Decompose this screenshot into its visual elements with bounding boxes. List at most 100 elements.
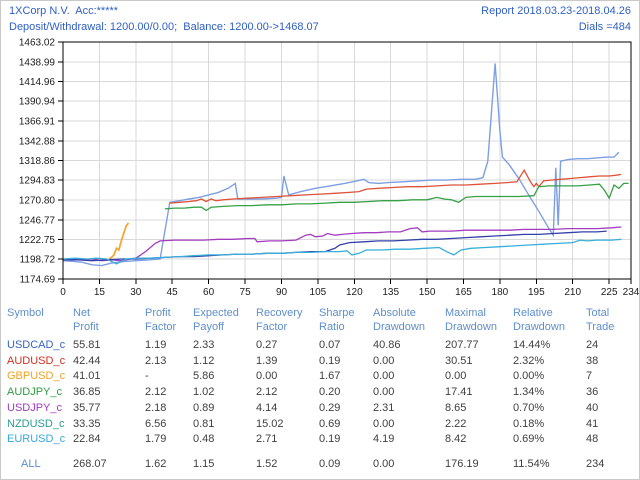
value-cell: 36 [586, 385, 637, 401]
value-cell: 38 [586, 354, 637, 370]
y-tick-label: 1342.88 [19, 136, 56, 147]
value-cell: 40 [586, 401, 637, 417]
series-USDCAD_c [63, 63, 619, 265]
table-row: GBPUSD_c41.01-5.860.001.670.000.000.00%7 [7, 369, 637, 385]
value-cell: 40.86 [373, 338, 445, 354]
x-tick-label: 105 [310, 287, 327, 298]
y-tick-label: 1366.91 [19, 117, 56, 128]
symbol-cell: USDCAD_c [7, 338, 73, 354]
value-cell: 8.65 [445, 401, 513, 417]
value-cell: 24 [586, 338, 637, 354]
y-tick-label: 1198.72 [20, 255, 56, 266]
y-tick-label: 1438.99 [19, 57, 56, 68]
value-cell: 1.02 [193, 385, 256, 401]
x-tick-label: 0 [60, 287, 66, 298]
x-tick-label: 225 [601, 287, 618, 298]
x-tick-label: 15 [94, 287, 106, 298]
value-cell: 1.34% [513, 385, 586, 401]
value-cell: 1.39 [256, 354, 319, 370]
value-cell: - [145, 369, 193, 385]
symbol-cell: NZDUSD_c [7, 417, 73, 433]
x-tick-label: 210 [564, 287, 581, 298]
value-cell: 0.00 [373, 385, 445, 401]
value-cell: 22.84 [73, 432, 145, 448]
value-cell: 0.18% [513, 417, 586, 433]
column-header: Profit Factor [145, 304, 193, 338]
stats-table: SymbolNet ProfitProfit FactorExpected Pa… [7, 304, 637, 473]
series-AUDUSD_c [170, 170, 622, 203]
value-cell: 0.69 [319, 417, 373, 433]
value-cell: 0.27 [256, 338, 319, 354]
stats-table-header: SymbolNet ProfitProfit FactorExpected Pa… [7, 304, 637, 338]
value-cell: 0.19 [319, 432, 373, 448]
value-cell: 0.19 [319, 354, 373, 370]
value-cell: 2.18 [145, 401, 193, 417]
value-cell: 0.00 [373, 417, 445, 433]
value-cell: 4.14 [256, 401, 319, 417]
value-cell: 0.07 [319, 338, 373, 354]
value-cell: 2.12 [256, 385, 319, 401]
table-row: AUDUSD_c42.442.131.121.390.190.0030.512.… [7, 354, 637, 370]
value-cell: 0.29 [319, 401, 373, 417]
table-row: USDCAD_c55.811.192.330.270.0740.86207.77… [7, 338, 637, 354]
value-cell: 1.79 [145, 432, 193, 448]
value-cell: 0.00 [373, 369, 445, 385]
value-cell: 8.42 [445, 432, 513, 448]
y-tick-label: 1463.02 [19, 38, 56, 49]
value-cell: 2.71 [256, 432, 319, 448]
value-cell: 0.00 [256, 369, 319, 385]
value-cell: 1.15 [193, 448, 256, 473]
column-header: Recovery Factor [256, 304, 319, 338]
value-cell: 1.19 [145, 338, 193, 354]
value-cell: 2.12 [145, 385, 193, 401]
value-cell: 0.81 [193, 417, 256, 433]
value-cell: 1.62 [145, 448, 193, 473]
value-cell: 2.33 [193, 338, 256, 354]
trading-report-page: 1463.021438.991414.961390.941366.911342.… [0, 0, 640, 480]
value-cell: 0.00% [513, 369, 586, 385]
column-header: Expected Payoff [193, 304, 256, 338]
value-cell: 11.54% [513, 448, 586, 473]
value-cell: 0.00 [373, 448, 445, 473]
y-tick-label: 1246.77 [19, 215, 56, 226]
value-cell: 41 [586, 417, 637, 433]
dials-count: Dials =484 [579, 21, 631, 33]
x-tick-label: 135 [382, 287, 399, 298]
value-cell: 2.31 [373, 401, 445, 417]
y-tick-label: 1270.80 [19, 196, 56, 207]
series-GBPUSD_c [109, 223, 128, 259]
value-cell: 268.07 [73, 448, 145, 473]
value-cell: 6.56 [145, 417, 193, 433]
symbol-cell: AUDJPY_c [7, 385, 73, 401]
y-tick-label: 1294.83 [19, 176, 56, 187]
value-cell: 207.77 [445, 338, 513, 354]
value-cell: 55.81 [73, 338, 145, 354]
balance-chart: 1463.021438.991414.961390.941366.911342.… [1, 1, 640, 301]
x-tick-label: 195 [528, 287, 545, 298]
value-cell: 15.02 [256, 417, 319, 433]
report-range: Report 2018.03.23-2018.04.26 [481, 5, 631, 17]
x-tick-label: 120 [346, 287, 363, 298]
x-tick-label: 150 [419, 287, 436, 298]
column-header: Relative Drawdown [513, 304, 586, 338]
x-tick-label: 165 [455, 287, 472, 298]
value-cell: 0.00 [445, 369, 513, 385]
symbol-cell: USDJPY_c [7, 401, 73, 417]
y-tick-label: 1414.96 [19, 77, 56, 88]
y-tick-label: 1174.69 [20, 275, 56, 286]
x-tick-label: 90 [276, 287, 288, 298]
value-cell: 42.44 [73, 354, 145, 370]
column-header: Symbol [7, 304, 73, 338]
column-header: Net Profit [73, 304, 145, 338]
value-cell: 2.13 [145, 354, 193, 370]
value-cell: 0.48 [193, 432, 256, 448]
column-header: Maximal Drawdown [445, 304, 513, 338]
value-cell: 41.01 [73, 369, 145, 385]
table-row: AUDJPY_c36.852.121.022.120.200.0017.411.… [7, 385, 637, 401]
value-cell: 1.12 [193, 354, 256, 370]
column-header: Absolute Drawdown [373, 304, 445, 338]
symbol-cell: EURUSD_c [7, 432, 73, 448]
column-header: Sharpe Ratio [319, 304, 373, 338]
value-cell: 1.52 [256, 448, 319, 473]
table-row: NZDUSD_c33.356.560.8115.020.690.002.220.… [7, 417, 637, 433]
